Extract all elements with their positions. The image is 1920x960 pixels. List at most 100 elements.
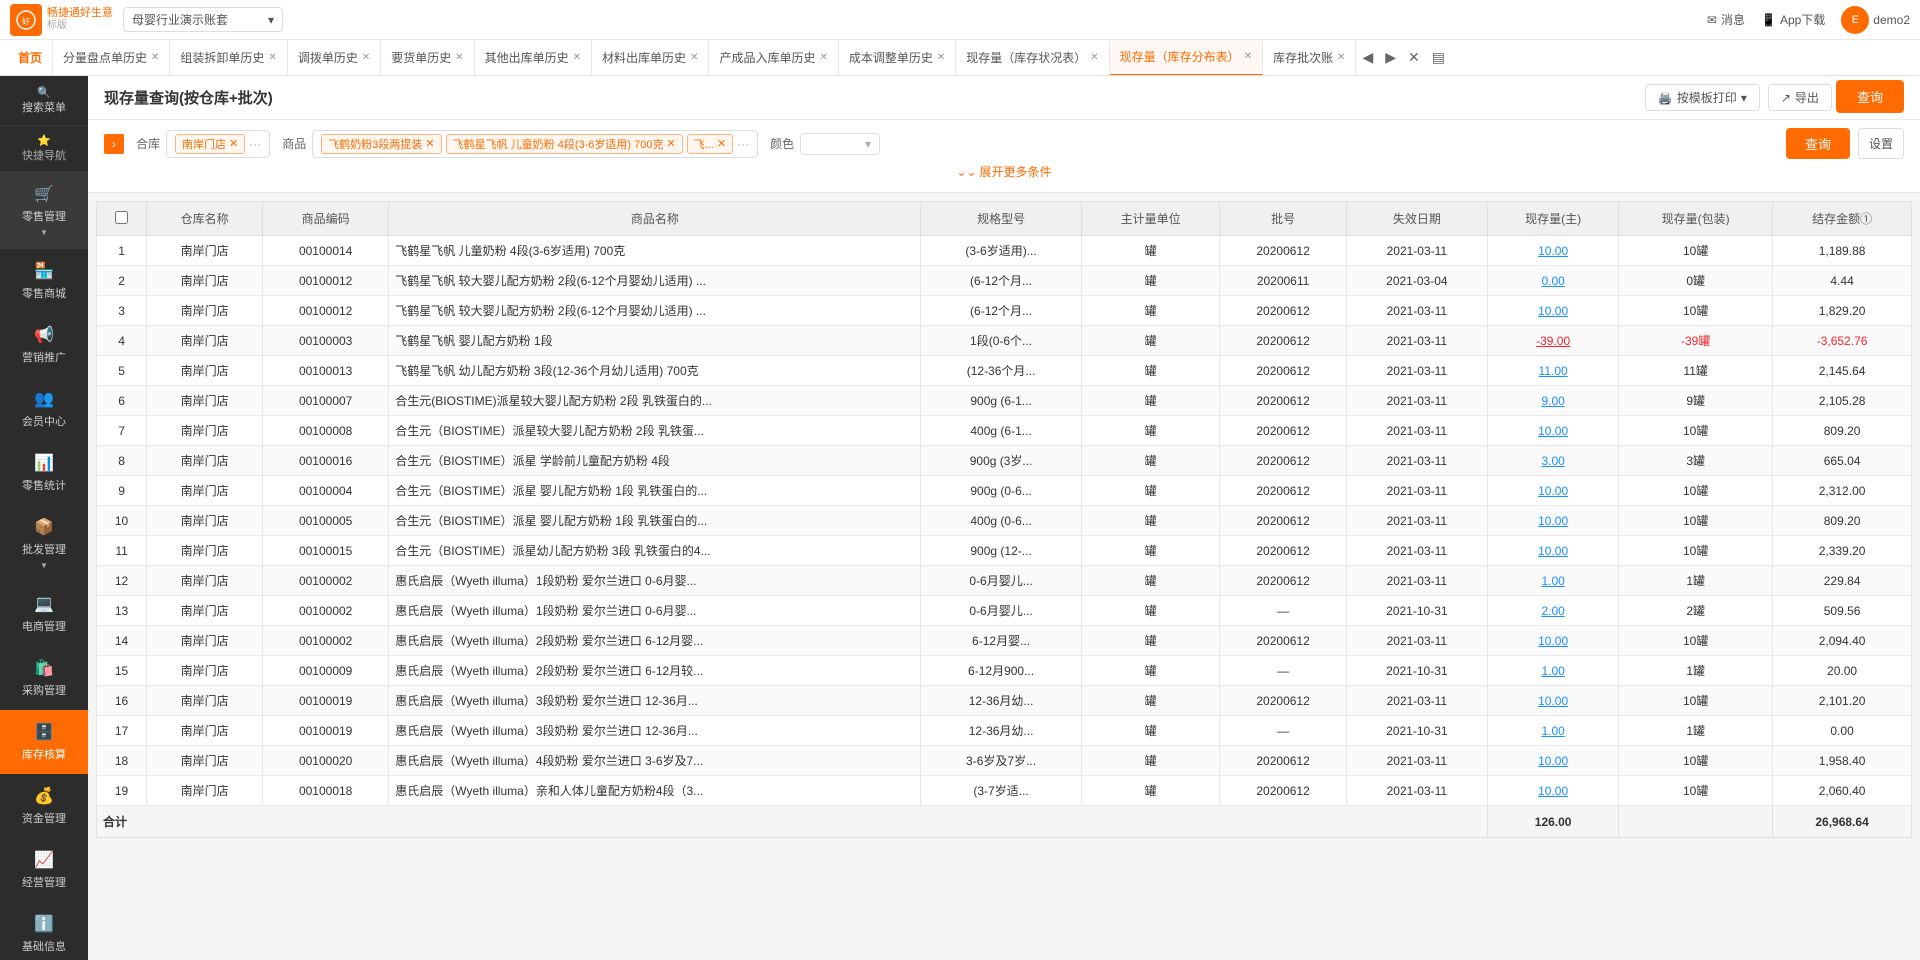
tab-6[interactable]: 材料出库单历史 ✕ [592, 40, 709, 76]
tab-1[interactable]: 分量盘点单历史 ✕ [53, 40, 170, 76]
close-icon[interactable]: ✕ [573, 52, 581, 63]
row-qty[interactable]: 11.00 [1488, 356, 1619, 386]
tab-7[interactable]: 产成品入库单历史 ✕ [709, 40, 838, 76]
close-icon[interactable]: ✕ [937, 52, 945, 63]
row-amount: 809.20 [1773, 506, 1912, 536]
finance-icon: 💰 [34, 786, 54, 806]
row-qty[interactable]: 10.00 [1488, 776, 1619, 806]
tab-next-btn[interactable]: ▶ [1379, 49, 1402, 66]
row-qty[interactable]: -39.00 [1488, 326, 1619, 356]
row-qty[interactable]: 2.00 [1488, 596, 1619, 626]
sidebar-item-retail[interactable]: 🛒 零售管理 ▼ [0, 172, 88, 249]
settings-btn[interactable]: 设置 [1858, 128, 1904, 159]
sidebar-item-finance[interactable]: 💰 资金管理 [0, 774, 88, 838]
sidebar-item-basics[interactable]: ℹ️ 基础信息 [0, 902, 88, 960]
row-qty[interactable]: 1.00 [1488, 566, 1619, 596]
tab-4[interactable]: 要货单历史 ✕ [381, 40, 474, 76]
row-unit: 罐 [1081, 326, 1220, 356]
tab-prev-btn[interactable]: ◀ [1356, 49, 1379, 66]
tab-home[interactable]: 首页 [8, 40, 53, 76]
select-all-checkbox[interactable] [115, 211, 128, 224]
sidebar-item-wholesale[interactable]: 📦 批发管理 ▼ [0, 505, 88, 582]
row-code: 00100018 [263, 776, 389, 806]
row-qty[interactable]: 10.00 [1488, 416, 1619, 446]
tab-close-btn[interactable]: ✕ [1402, 49, 1426, 66]
message-btn[interactable]: ✉ 消息 [1707, 11, 1745, 28]
print-btn[interactable]: 🖨️ 按模板打印 ▾ [1645, 84, 1760, 111]
sidebar-item-purchase[interactable]: 🛍️ 采购管理 [0, 646, 88, 710]
sidebar-marketing-label: 营销推广 [22, 349, 66, 365]
product-label: 商品 [282, 135, 306, 152]
tab-3[interactable]: 调拨单历史 ✕ [288, 40, 381, 76]
sidebar-item-member[interactable]: 👥 会员中心 [0, 377, 88, 441]
row-spec: 0-6月婴儿... [921, 596, 1081, 626]
tab-11[interactable]: 库存批次账 ✕ [1263, 40, 1356, 76]
remove-product-tag-2[interactable]: ✕ [666, 137, 675, 150]
row-name: 飞鹤星飞帆 较大婴儿配方奶粉 2段(6-12个月婴幼儿适用) ... [389, 296, 921, 326]
color-input[interactable]: ▾ [800, 133, 880, 155]
tab-5[interactable]: 其他出库单历史 ✕ [475, 40, 592, 76]
info-icon: ℹ️ [34, 914, 54, 934]
industry-select[interactable]: 母婴行业演示账套 ▾ [123, 7, 283, 32]
row-spec: 3-6岁及7岁... [921, 746, 1081, 776]
row-qty[interactable]: 10.00 [1488, 296, 1619, 326]
tab-8[interactable]: 成本调整单历史 ✕ [839, 40, 956, 76]
row-qty[interactable]: 10.00 [1488, 686, 1619, 716]
row-qty[interactable]: 1.00 [1488, 716, 1619, 746]
row-qty[interactable]: 10.00 [1488, 626, 1619, 656]
user-menu[interactable]: E demo2 [1841, 6, 1910, 34]
logo-text: 畅捷通好生意 标版 [47, 7, 113, 32]
row-code: 00100007 [263, 386, 389, 416]
sidebar-item-marketing[interactable]: 📢 营销推广 [0, 313, 88, 377]
col-checkbox[interactable] [97, 202, 147, 236]
warehouse-input[interactable]: 南岸门店 ✕ ··· [166, 130, 270, 158]
tab-9[interactable]: 现存量（库存状况表） ✕ [956, 40, 1109, 76]
sidebar-item-retail-stats[interactable]: 📊 零售统计 [0, 441, 88, 505]
row-qty[interactable]: 10.00 [1488, 476, 1619, 506]
row-qty[interactable]: 10.00 [1488, 746, 1619, 776]
row-qty[interactable]: 10.00 [1488, 236, 1619, 266]
row-qty[interactable]: 10.00 [1488, 536, 1619, 566]
remove-product-tag-3[interactable]: ✕ [717, 137, 726, 150]
close-icon[interactable]: ✕ [819, 52, 827, 63]
row-qty-pkg: 10罐 [1619, 536, 1773, 566]
close-icon[interactable]: ✕ [151, 52, 159, 63]
close-icon[interactable]: ✕ [1090, 52, 1098, 63]
expand-conditions-btn[interactable]: ⌄⌄ 展开更多条件 [956, 163, 1051, 180]
export-btn[interactable]: ↗ 导出 [1768, 84, 1832, 111]
sidebar-item-shop[interactable]: 🏪 零售商城 [0, 249, 88, 313]
row-qty[interactable]: 3.00 [1488, 446, 1619, 476]
remove-warehouse-tag[interactable]: ✕ [229, 137, 238, 150]
row-qty[interactable]: 0.00 [1488, 266, 1619, 296]
product-input[interactable]: 飞鹤奶粉3段两提装 ✕ 飞鹤星飞帆 儿童奶粉 4段(3-6岁适用) 700克 ✕… [312, 130, 758, 158]
expand-filter-btn[interactable]: › [104, 134, 124, 154]
close-icon[interactable]: ✕ [362, 52, 370, 63]
close-icon[interactable]: ✕ [1337, 52, 1345, 63]
row-qty[interactable]: 10.00 [1488, 506, 1619, 536]
sidebar-item-operations[interactable]: 📈 经营管理 [0, 838, 88, 902]
row-code: 00100005 [263, 506, 389, 536]
stats-icon: 📊 [34, 453, 54, 473]
sidebar-item-search[interactable]: 🔍 搜索菜单 [0, 76, 88, 126]
close-icon[interactable]: ✕ [690, 52, 698, 63]
sidebar-item-ecommerce[interactable]: 💻 电商管理 [0, 582, 88, 646]
close-icon[interactable]: ✕ [1244, 51, 1252, 62]
sidebar-item-quicknav[interactable]: ⭐ 快捷导航 [0, 126, 88, 172]
row-qty[interactable]: 9.00 [1488, 386, 1619, 416]
table-row: 7 南岸门店 00100008 合生元（BIOSTIME）派星较大婴儿配方奶粉 … [97, 416, 1912, 446]
tab-more-btn[interactable]: ▤ [1426, 49, 1451, 66]
row-unit: 罐 [1081, 536, 1220, 566]
row-qty[interactable]: 1.00 [1488, 656, 1619, 686]
close-icon[interactable]: ✕ [268, 52, 276, 63]
query-btn[interactable]: 查询 [1836, 80, 1904, 113]
row-expire: 2021-10-31 [1346, 596, 1487, 626]
query-btn-2[interactable]: 查询 [1786, 128, 1850, 159]
tab-10[interactable]: 现存量（库存分布表） ✕ [1110, 40, 1263, 76]
tab-2[interactable]: 组装拆卸单历史 ✕ [170, 40, 287, 76]
row-amount: 4.44 [1773, 266, 1912, 296]
sidebar-item-inventory[interactable]: 🗄️ 库存核算 [0, 710, 88, 774]
app-download-btn[interactable]: 📱 App下载 [1761, 11, 1825, 28]
remove-product-tag-1[interactable]: ✕ [425, 137, 434, 150]
close-icon[interactable]: ✕ [455, 52, 463, 63]
logo: 好 畅捷通好生意 标版 [10, 4, 113, 36]
